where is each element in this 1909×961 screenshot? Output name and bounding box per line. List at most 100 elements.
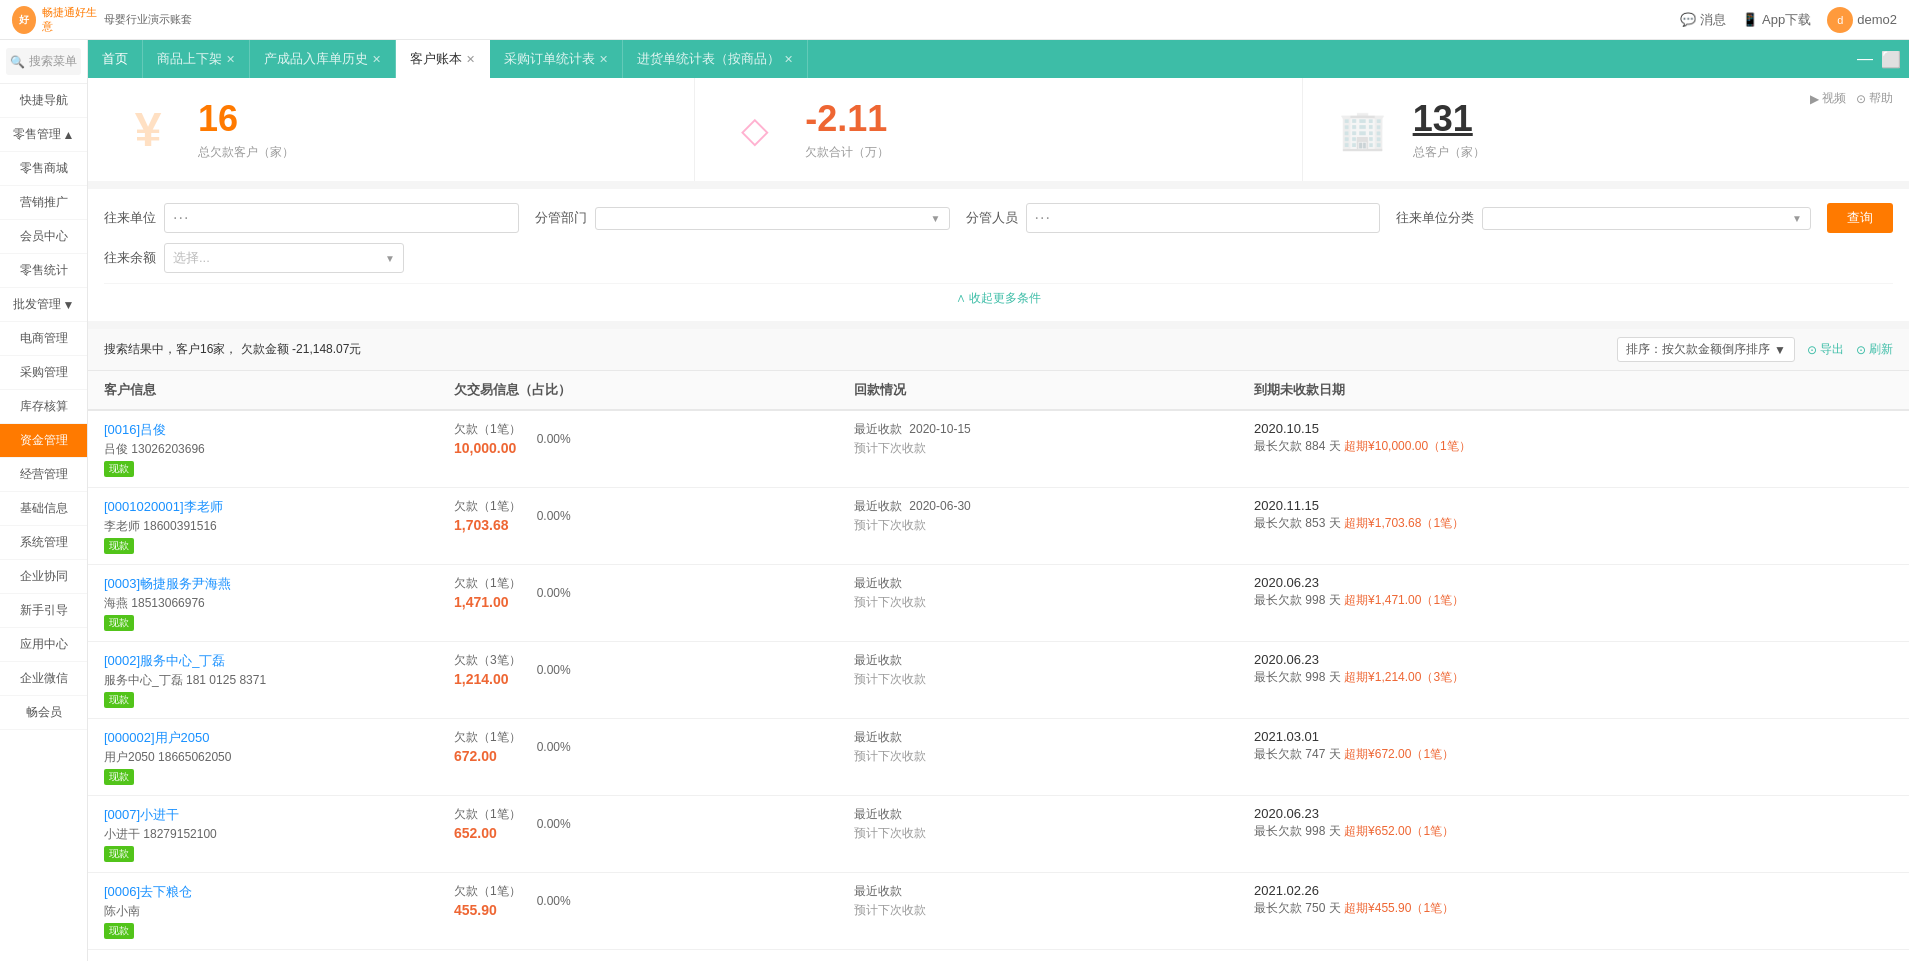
filter-category-label: 往来单位分类 [1396, 209, 1474, 227]
sidebar-item-lingshougly[interactable]: 零售管理 ▲ [0, 118, 87, 152]
customer-name-2[interactable]: [0001020001]李老师 [104, 499, 223, 514]
filter-dept-label: 分管部门 [535, 209, 587, 227]
sidebar-search[interactable]: 🔍 搜索菜单 [0, 40, 87, 84]
app-download-label: App下载 [1762, 11, 1811, 29]
stat-top-right: ▶ 视频 ⊙ 帮助 [1810, 90, 1893, 107]
customer-tag-7: 现款 [104, 923, 134, 939]
message-btn[interactable]: 💬 消息 [1680, 11, 1726, 29]
sidebar-item-pifaguanli[interactable]: 批发管理 ▼ [0, 288, 87, 322]
sidebar-item-diangshang[interactable]: 电商管理 [0, 322, 87, 356]
filter-balance-input[interactable]: 选择... ▼ [164, 243, 404, 273]
sidebar-item-xinshouyindao[interactable]: 新手引导 [0, 594, 87, 628]
filter-unit-label: 往来单位 [104, 209, 156, 227]
customer-name-7[interactable]: [0006]去下粮仓 [104, 884, 192, 899]
debt-count-1: 欠款（1笔） [454, 421, 521, 438]
sort-select[interactable]: 排序：按欠款金额倒序排序 ▼ [1617, 337, 1795, 362]
logo-icon: 好 [12, 6, 36, 34]
filter-person-input[interactable]: ··· [1026, 203, 1381, 233]
app-download-btn[interactable]: 📱 App下载 [1742, 11, 1811, 29]
sidebar-item-jingying[interactable]: 经营管理 [0, 458, 87, 492]
results-text: 搜索结果中，客户16家， 欠款金额 -21,148.07元 [104, 342, 361, 356]
debt-percent-6: 0.00% [537, 817, 571, 831]
sidebar-item-lingshougshangcheng[interactable]: 零售商城 [0, 152, 87, 186]
sidebar-item-changhuyuan[interactable]: 畅会员 [0, 696, 87, 730]
tab-customer-account[interactable]: 客户账本 ✕ [396, 40, 490, 78]
filter-dept-input[interactable]: ▼ [595, 207, 950, 230]
video-label: 视频 [1822, 90, 1846, 107]
customer-phone-7: 陈小南 [104, 903, 454, 920]
filter-item-balance: 往来余额 选择... ▼ [104, 243, 404, 273]
customer-name-3[interactable]: [0003]畅捷服务尹海燕 [104, 576, 231, 591]
overdue-link-2[interactable]: 超期¥1,703.68（1笔） [1344, 516, 1464, 530]
sidebar-item-huiyuan[interactable]: 会员中心 [0, 220, 87, 254]
recovery-last-4: 最近收款 [854, 652, 1254, 669]
help-btn[interactable]: ⊙ 帮助 [1856, 90, 1893, 107]
debt-info-row-5: 欠款（1笔） 672.00 0.00% [454, 729, 854, 764]
sidebar-item-caigou[interactable]: 采购管理 [0, 356, 87, 390]
sidebar-item-yinyongzhongxin[interactable]: 应用中心 [0, 628, 87, 662]
stat-card-total-customers: ▶ 视频 ⊙ 帮助 🏢 131 [1303, 78, 1909, 181]
filter-collapse-btn[interactable]: ∧ 收起更多条件 [104, 283, 1893, 313]
stat-card-debt-customers: ¥ 16 总欠款客户（家） [88, 78, 695, 181]
customer-name-6[interactable]: [0007]小进干 [104, 807, 179, 822]
logo-text: 畅捷通好生意 [42, 6, 100, 32]
debt-info-row-3: 欠款（1笔） 1,471.00 0.00% [454, 575, 854, 610]
debt-percent-3: 0.00% [537, 586, 571, 600]
tab-customer-account-close[interactable]: ✕ [466, 53, 475, 66]
filter-unit-input[interactable]: ··· [164, 203, 519, 233]
overdue-link-5[interactable]: 超期¥672.00（1笔） [1344, 747, 1454, 761]
tab-product-history-close[interactable]: ✕ [372, 53, 381, 66]
tab-maximize-btn[interactable]: ⬜ [1881, 50, 1901, 69]
filter-item-unit: 往来单位 ··· [104, 203, 519, 233]
sort-label: 排序：按欠款金额倒序排序 [1626, 341, 1770, 358]
debt-info-3: 欠款（1笔） 1,471.00 0.00% [454, 575, 854, 610]
sidebar-item-lingshoutj[interactable]: 零售统计 [0, 254, 87, 288]
due-date-6: 2020.06.23 最长欠款 998 天 超期¥652.00（1笔） [1254, 806, 1893, 840]
tab-inbound-stats-close[interactable]: ✕ [784, 53, 793, 66]
overdue-max-6: 最长欠款 998 天 超期¥652.00（1笔） [1254, 823, 1893, 840]
overdue-link-3[interactable]: 超期¥1,471.00（1笔） [1344, 593, 1464, 607]
recovery-2: 最近收款 2020-06-30 预计下次收款 [854, 498, 1254, 534]
tab-purchase-order-close[interactable]: ✕ [599, 53, 608, 66]
overdue-link-6[interactable]: 超期¥652.00（1笔） [1344, 824, 1454, 838]
overdue-link-4[interactable]: 超期¥1,214.00（3笔） [1344, 670, 1464, 684]
tab-home[interactable]: 首页 [88, 40, 143, 78]
export-icon: ⊙ [1807, 343, 1817, 357]
sidebar-item-kuaijie[interactable]: 快捷导航 [0, 84, 87, 118]
user-area[interactable]: d demo2 [1827, 7, 1897, 33]
debt-info-row-7: 欠款（1笔） 455.90 0.00% [454, 883, 854, 918]
tab-product-shelf-close[interactable]: ✕ [226, 53, 235, 66]
tab-inbound-stats[interactable]: 进货单统计表（按商品） ✕ [623, 40, 808, 78]
customer-name-4[interactable]: [0002]服务中心_丁磊 [104, 653, 225, 668]
sidebar-item-qiyexietong[interactable]: 企业协同 [0, 560, 87, 594]
overdue-link-7[interactable]: 超期¥455.90（1笔） [1344, 901, 1454, 915]
tab-minimize-btn[interactable]: — [1857, 50, 1873, 68]
sidebar-item-jichuxinxi[interactable]: 基础信息 [0, 492, 87, 526]
export-btn[interactable]: ⊙ 导出 [1807, 341, 1844, 358]
main-container: 🔍 搜索菜单 快捷导航 零售管理 ▲ 零售商城 营销推广 会员中心 零售统计 批… [0, 40, 1909, 961]
tab-product-shelf[interactable]: 商品上下架 ✕ [143, 40, 250, 78]
sidebar-item-xitongguanli[interactable]: 系统管理 [0, 526, 87, 560]
query-button[interactable]: 查询 [1827, 203, 1893, 233]
customer-info-1: [0016]吕俊 吕俊 13026203696 现款 [104, 421, 454, 477]
overdue-link-1[interactable]: 超期¥10,000.00（1笔） [1344, 439, 1471, 453]
overdue-date-val-1: 2020.10.15 [1254, 421, 1893, 436]
due-date-2: 2020.11.15 最长欠款 853 天 超期¥1,703.68（1笔） [1254, 498, 1893, 532]
customer-name-1[interactable]: [0016]吕俊 [104, 422, 166, 437]
tab-product-history[interactable]: 产成品入库单历史 ✕ [250, 40, 396, 78]
search-menu-btn[interactable]: 🔍 搜索菜单 [6, 48, 81, 75]
sidebar-item-qiyeweixin[interactable]: 企业微信 [0, 662, 87, 696]
sidebar-item-kucunhecuan[interactable]: 库存核算 [0, 390, 87, 424]
stat-value-area-2: -2.11 欠款合计（万） [805, 98, 889, 161]
sidebar-item-yingxiao[interactable]: 营销推广 [0, 186, 87, 220]
sidebar-item-zijin[interactable]: 资金管理 [0, 424, 87, 458]
video-btn[interactable]: ▶ 视频 [1810, 90, 1846, 107]
filter-item-dept: 分管部门 ▼ [535, 207, 950, 230]
table-row: [0006]去下粮仓 陈小南 现款 欠款（1笔） 455.90 0.00% [88, 873, 1909, 950]
tab-purchase-order[interactable]: 采购订单统计表 ✕ [490, 40, 623, 78]
customer-name-5[interactable]: [000002]用户2050 [104, 730, 210, 745]
customer-phone-3: 海燕 18513066976 [104, 595, 454, 612]
filter-category-input[interactable]: ▼ [1482, 207, 1811, 230]
stat-value-area-1: 16 总欠款客户（家） [198, 98, 294, 161]
refresh-btn[interactable]: ⊙ 刷新 [1856, 341, 1893, 358]
